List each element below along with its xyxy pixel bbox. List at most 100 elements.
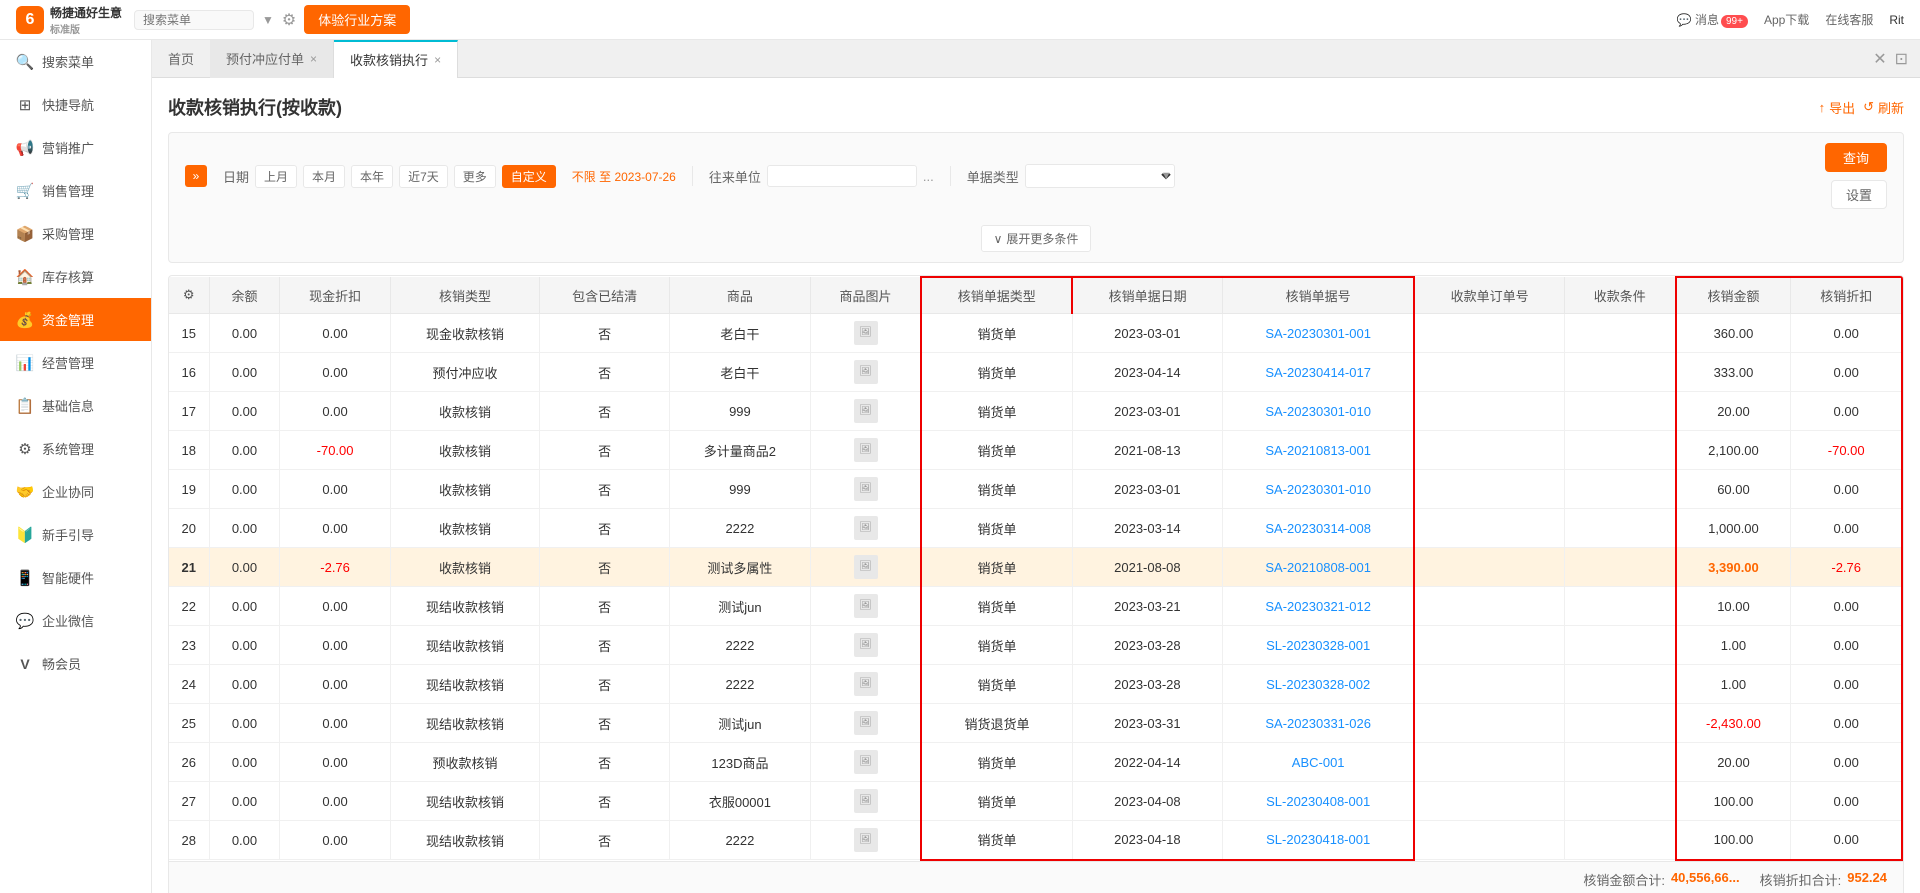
tab-prepay-close[interactable]: × [310,52,317,66]
top-bar-title: ▼ ⚙ 体验行业方案 [134,5,1665,34]
tab-collection[interactable]: 收款核销执行 × [334,40,458,78]
cell-collection-order-no [1414,509,1564,548]
cell-verify-bill-date: 2023-03-14 [1072,509,1222,548]
sidebar-item-basic[interactable]: 📋 基础信息 [0,384,151,427]
sidebar-label-basic: 基础信息 [42,396,94,415]
col-header-settings[interactable]: ⚙ [169,277,209,314]
cell-verify-discount: 0.00 [1791,509,1902,548]
cell-goods: 2222 [670,626,811,665]
sidebar-item-member[interactable]: V 畅会员 [0,642,151,685]
cell-verify-bill-no[interactable]: SL-20230328-002 [1223,665,1415,704]
cell-verify-bill-type: 销货单 [921,626,1072,665]
page-actions: ↑ 导出 ↺ 刷新 [1819,98,1904,117]
date-btn-this-year[interactable]: 本年 [351,165,393,188]
cell-verify-bill-no[interactable]: SA-20230321-012 [1223,587,1415,626]
cell-verify-type: 现结收款核销 [390,704,539,743]
row-number: 26 [169,743,209,782]
sidebar-item-system[interactable]: ⚙ 系统管理 [0,427,151,470]
sidebar-item-hardware[interactable]: 📱 智能硬件 [0,556,151,599]
cell-verify-bill-no[interactable]: SA-20230314-008 [1223,509,1415,548]
cell-goods-image: 🖼 [810,743,921,782]
cell-verify-type: 现结收款核销 [390,665,539,704]
cell-verify-bill-no[interactable]: SA-20230414-017 [1223,353,1415,392]
data-table-wrap: ⚙ 余额 现金折扣 核销类型 包 [168,275,1904,893]
title-search-input[interactable] [134,10,254,30]
sidebar-item-enterprise[interactable]: 🤝 企业协同 [0,470,151,513]
cell-verify-bill-no[interactable]: SL-20230328-001 [1223,626,1415,665]
sidebar-item-search[interactable]: 🔍 搜索菜单 [0,40,151,83]
user-name[interactable]: Rit [1889,13,1904,27]
cell-verify-bill-no[interactable]: SL-20230418-001 [1223,821,1415,860]
sidebar-item-guide[interactable]: 🔰 新手引导 [0,513,151,556]
hardware-icon: 📱 [16,569,34,587]
sidebar-label-enterprise: 企业协同 [42,482,94,501]
tabs-right-actions: ✕ ⊡ [1873,49,1920,69]
sidebar-item-operation[interactable]: 📊 经营管理 [0,341,151,384]
sidebar-item-inventory[interactable]: 🏠 库存核算 [0,255,151,298]
cell-include-settled: 否 [540,704,670,743]
online-service[interactable]: 在线客服 [1825,11,1873,28]
industry-btn[interactable]: 体验行业方案 [304,5,410,34]
sidebar-item-purchase[interactable]: 📦 采购管理 [0,212,151,255]
cell-goods: 2222 [670,509,811,548]
cell-verify-bill-no[interactable]: ABC-001 [1223,743,1415,782]
date-btn-custom[interactable]: 自定义 [502,165,556,188]
row-number: 22 [169,587,209,626]
cell-goods: 老白干 [670,314,811,353]
cell-balance: 0.00 [209,704,280,743]
refresh-btn[interactable]: ↺ 刷新 [1863,98,1904,117]
tab-collection-close[interactable]: × [434,53,441,67]
sidebar-item-marketing[interactable]: 📢 营销推广 [0,126,151,169]
tab-home[interactable]: 首页 [152,40,210,78]
date-btn-more[interactable]: 更多 [454,165,496,188]
message-badge: 99+ [1721,15,1748,28]
date-btn-this-month[interactable]: 本月 [303,165,345,188]
date-btn-last-month[interactable]: 上月 [255,165,297,188]
from-unit-input[interactable] [767,165,917,187]
sidebar-item-sales[interactable]: 🛒 销售管理 [0,169,151,212]
expand-window-icon[interactable]: ⊡ [1895,49,1908,69]
expand-more-btn[interactable]: ∨ 展开更多条件 [981,225,1092,252]
cell-verify-bill-no[interactable]: SA-20210813-001 [1223,431,1415,470]
cell-verify-discount: 0.00 [1791,353,1902,392]
cell-verify-type: 收款核销 [390,548,539,587]
close-window-icon[interactable]: ✕ [1873,49,1886,69]
sidebar-item-wechat[interactable]: 💬 企业微信 [0,599,151,642]
sidebar-item-finance[interactable]: 💰 资金管理 [0,298,151,341]
from-unit-label: 往来单位 [709,167,761,186]
cell-verify-bill-no[interactable]: SL-20230408-001 [1223,782,1415,821]
cell-verify-amount: 1.00 [1676,665,1791,704]
cell-verify-bill-no[interactable]: SA-20230301-001 [1223,314,1415,353]
tab-collection-label: 收款核销执行 [350,50,428,69]
cell-collection-terms [1565,548,1676,587]
table-row: 160.000.00预付冲应收否老白干🖼销货单2023-04-14SA-2023… [169,353,1902,392]
cell-verify-bill-no[interactable]: SA-20230301-010 [1223,470,1415,509]
cell-verify-bill-no[interactable]: SA-20230301-010 [1223,392,1415,431]
cell-verify-bill-no[interactable]: SA-20210808-001 [1223,548,1415,587]
cell-collection-order-no [1414,821,1564,860]
tab-prepay[interactable]: 预付冲应付单 × [210,40,334,78]
filter-expand-arrow[interactable]: » [185,165,207,187]
data-table: ⚙ 余额 现金折扣 核销类型 包 [169,276,1903,861]
col-header-collection-order-no: 收款单订单号 [1414,277,1564,314]
cell-verify-discount: 0.00 [1791,587,1902,626]
cell-goods-image: 🖼 [810,470,921,509]
cell-cash-discount: 0.00 [280,509,390,548]
gear-icon[interactable]: ⚙ [282,10,296,30]
query-btn[interactable]: 查询 [1825,143,1887,172]
export-btn[interactable]: ↑ 导出 [1819,98,1856,117]
sidebar-label-operation: 经营管理 [42,353,94,372]
cell-collection-order-no [1414,314,1564,353]
expand-more-area: ∨ 展开更多条件 [185,217,1887,252]
cell-goods-image: 🖼 [810,587,921,626]
cell-include-settled: 否 [540,821,670,860]
cell-verify-bill-no[interactable]: SA-20230331-026 [1223,704,1415,743]
app-download[interactable]: App下载 [1764,11,1809,28]
message-area[interactable]: 💬 消息99+ [1677,11,1748,28]
setting-btn[interactable]: 设置 [1831,180,1887,209]
date-btn-7days[interactable]: 近7天 [399,165,448,188]
sidebar-label-search: 搜索菜单 [42,52,94,71]
bill-type-select[interactable] [1025,164,1175,188]
sidebar-label-member: 畅会员 [42,654,81,673]
sidebar-item-shortcut[interactable]: ⊞ 快捷导航 [0,83,151,126]
